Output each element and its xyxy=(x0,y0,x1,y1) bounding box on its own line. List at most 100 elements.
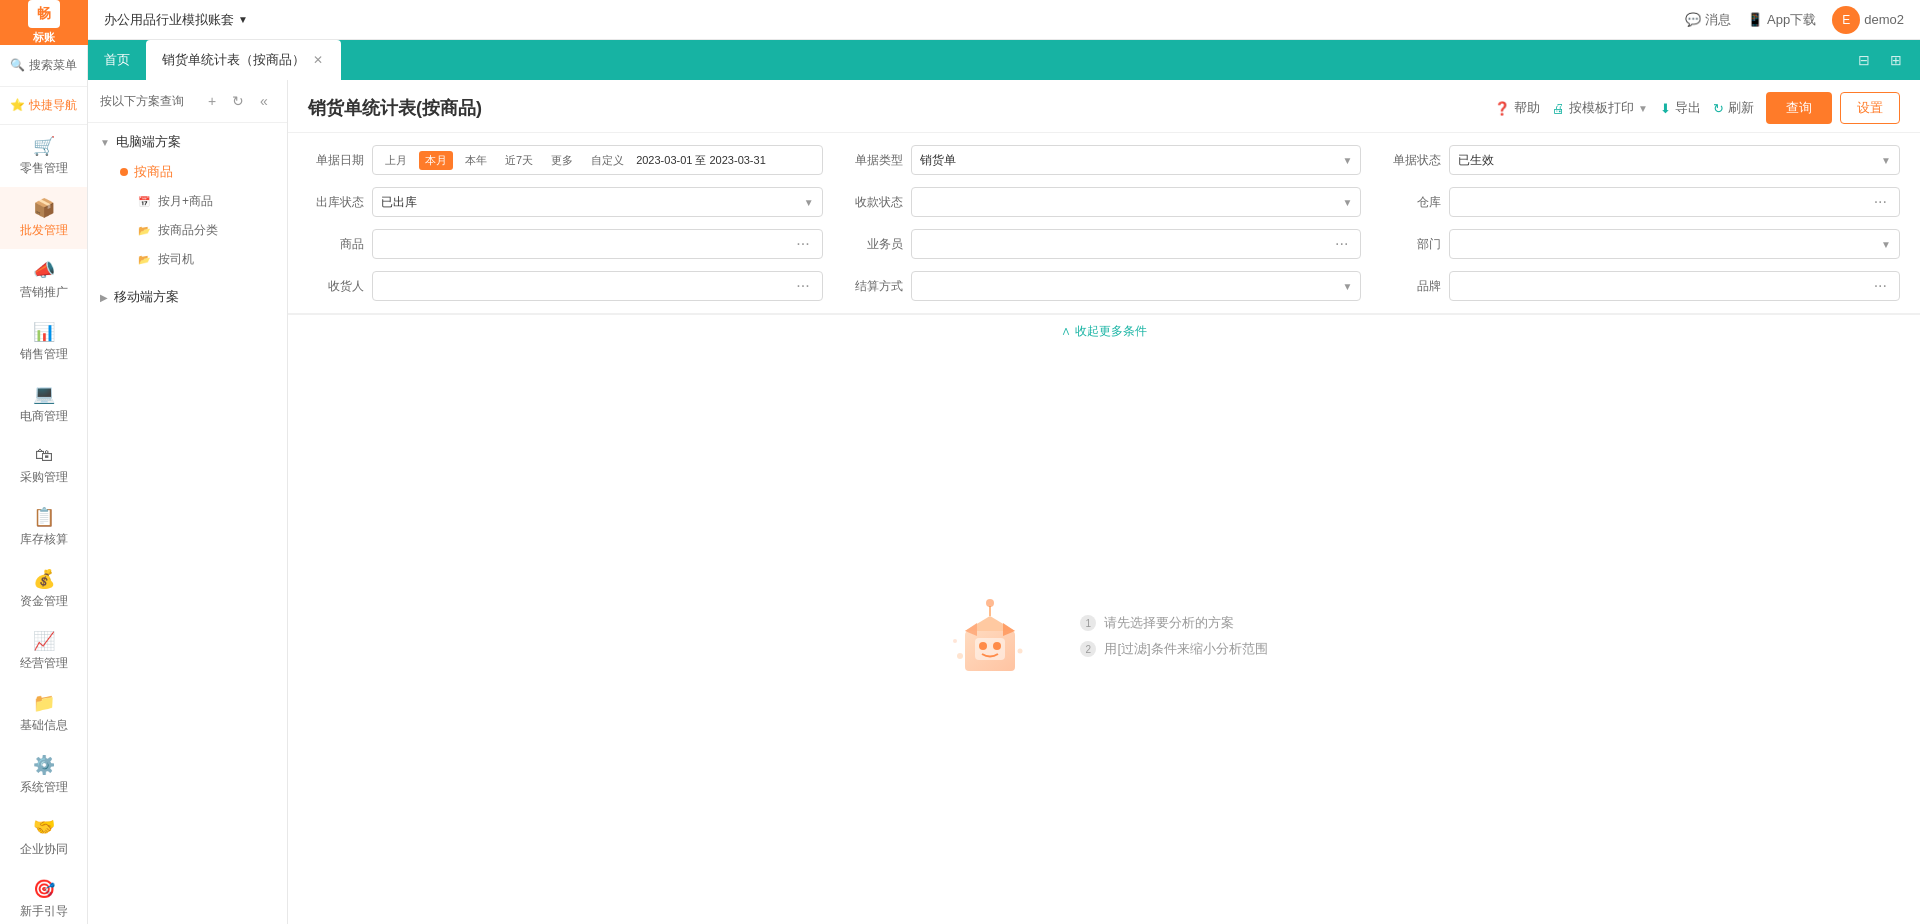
basic-icon: 📁 xyxy=(4,692,83,714)
doc-type-chevron-icon: ▼ xyxy=(1342,155,1352,166)
svg-point-11 xyxy=(1018,649,1023,654)
collect-status-select[interactable]: ▼ xyxy=(911,187,1362,217)
export-btn[interactable]: ⬇ 导出 xyxy=(1660,99,1701,117)
settlement-select[interactable]: ▼ xyxy=(911,271,1362,301)
tree-pc-header[interactable]: 电脑端方案 xyxy=(88,127,287,157)
tab-minimize-btn[interactable]: ⊟ xyxy=(1852,48,1876,72)
operation-icon: 📈 xyxy=(4,630,83,652)
date-btn-last-month[interactable]: 上月 xyxy=(379,151,413,170)
add-scheme-btn[interactable]: + xyxy=(201,90,223,112)
date-filter-input[interactable]: 上月 本月 本年 近7天 更多 自定义 2023-03-01 至 2023-03… xyxy=(372,145,823,175)
filter-out-status: 出库状态 已出库 ▼ xyxy=(308,187,823,217)
sidebar-retail-label: 零售管理 xyxy=(20,161,68,175)
filter-goods: 商品 ··· xyxy=(308,229,823,259)
sidebar-item-purchase[interactable]: 🛍 采购管理 xyxy=(0,435,87,496)
date-btn-this-month[interactable]: 本月 xyxy=(419,151,453,170)
user-name: demo2 xyxy=(1864,12,1904,27)
right-content: 销货单统计表(按商品) ❓ 帮助 🖨 按模板打印 ▼ ⬇ 导出 xyxy=(288,80,1920,924)
doc-status-select[interactable]: 已生效 ▼ xyxy=(1449,145,1900,175)
receiver-dots-icon[interactable]: ··· xyxy=(792,277,813,295)
tab-home[interactable]: 首页 xyxy=(88,40,146,80)
refresh-scheme-btn[interactable]: ↻ xyxy=(227,90,249,112)
tree-item-by-cashier[interactable]: 📂 按司机 xyxy=(88,245,287,274)
tab-close-icon[interactable]: ✕ xyxy=(311,53,325,67)
sidebar-item-finance[interactable]: 💰 资金管理 xyxy=(0,558,87,620)
sidebar-item-quicknav[interactable]: ⭐ 快捷导航 xyxy=(0,87,87,125)
sidebar-item-retail[interactable]: 🛒 零售管理 xyxy=(0,125,87,187)
sidebar-item-inventory[interactable]: 📋 库存核算 xyxy=(0,496,87,558)
sidebar-item-operation[interactable]: 📈 经营管理 xyxy=(0,620,87,682)
sidebar-item-basic[interactable]: 📁 基础信息 xyxy=(0,682,87,744)
sidebar-ecommerce-label: 电商管理 xyxy=(20,409,68,423)
breadcrumb-dropdown[interactable]: 办公用品行业模拟账套 ▼ xyxy=(104,11,248,29)
empty-text: 1 请先选择要分析的方案 2 用[过滤]条件来缩小分析范围 xyxy=(1080,614,1267,658)
receiver-label: 收货人 xyxy=(308,278,364,295)
goods-input[interactable]: ··· xyxy=(372,229,823,259)
tree-item-by-month-goods-label: 按月+商品 xyxy=(158,193,213,210)
help-label: 帮助 xyxy=(1514,99,1540,117)
sidebar-item-search[interactable]: 🔍 搜索菜单 xyxy=(0,45,87,87)
refresh-btn[interactable]: ↻ 刷新 xyxy=(1713,99,1754,117)
left-panel-actions: + ↻ « xyxy=(201,90,275,112)
query-button[interactable]: 查询 xyxy=(1766,92,1832,124)
refresh-icon: ↻ xyxy=(1713,101,1724,116)
setting-button[interactable]: 设置 xyxy=(1840,92,1900,124)
warehouse-dots-icon[interactable]: ··· xyxy=(1870,193,1891,211)
print-icon: 🖨 xyxy=(1552,101,1565,116)
sidebar-item-marketing[interactable]: 📣 营销推广 xyxy=(0,249,87,311)
brand-input[interactable]: ··· xyxy=(1449,271,1900,301)
message-icon: 💬 xyxy=(1685,12,1701,27)
date-btn-more[interactable]: 更多 xyxy=(545,151,579,170)
user-profile[interactable]: E demo2 xyxy=(1832,6,1904,34)
print-btn[interactable]: 🖨 按模板打印 ▼ xyxy=(1552,99,1648,117)
sidebar-item-newbie[interactable]: 🎯 新手引导 xyxy=(0,868,87,924)
svg-point-6 xyxy=(993,642,1001,650)
date-btn-7days[interactable]: 近7天 xyxy=(499,151,539,170)
salesman-input[interactable]: ··· xyxy=(911,229,1362,259)
app-subtitle: 标账 xyxy=(33,30,55,45)
filter-brand: 品牌 ··· xyxy=(1385,271,1900,301)
tree-item-by-goods-category[interactable]: 📂 按商品分类 xyxy=(88,216,287,245)
tab-bar: 首页 销货单统计表（按商品） ✕ ⊟ ⊞ xyxy=(88,40,1920,80)
empty-tip-1-label: 请先选择要分析的方案 xyxy=(1104,614,1234,632)
empty-tip-1: 1 请先选择要分析的方案 xyxy=(1080,614,1267,632)
collapse-bar[interactable]: ∧ 收起更多条件 xyxy=(288,314,1920,348)
main-area: 办公用品行业模拟账套 ▼ 💬 消息 📱 App下载 E demo2 首页 xyxy=(88,0,1920,924)
tree-item-by-goods[interactable]: 按商品 xyxy=(88,157,287,187)
out-status-select[interactable]: 已出库 ▼ xyxy=(372,187,823,217)
tree-item-by-month-goods[interactable]: 📅 按月+商品 xyxy=(88,187,287,216)
date-btn-this-year[interactable]: 本年 xyxy=(459,151,493,170)
sidebar-item-sales[interactable]: 📊 销售管理 xyxy=(0,311,87,373)
export-icon: ⬇ xyxy=(1660,101,1671,116)
inventory-icon: 📋 xyxy=(4,506,83,528)
dept-select[interactable]: ▼ xyxy=(1449,229,1900,259)
brand-dots-icon[interactable]: ··· xyxy=(1870,277,1891,295)
warehouse-input[interactable]: ··· xyxy=(1449,187,1900,217)
message-label: 消息 xyxy=(1705,11,1731,29)
sidebar-item-system[interactable]: ⚙️ 系统管理 xyxy=(0,744,87,806)
doc-type-select[interactable]: 销货单 ▼ xyxy=(911,145,1362,175)
calendar-icon: 📅 xyxy=(136,194,152,210)
tree-mobile-label: 移动端方案 xyxy=(114,288,179,306)
goods-dots-icon[interactable]: ··· xyxy=(792,235,813,253)
salesman-dots-icon[interactable]: ··· xyxy=(1331,235,1352,253)
collapse-panel-btn[interactable]: « xyxy=(253,90,275,112)
sidebar-corp-label: 企业协同 xyxy=(20,842,68,856)
message-btn[interactable]: 💬 消息 xyxy=(1685,11,1731,29)
sidebar-item-wholesale[interactable]: 📦 批发管理 xyxy=(0,187,87,249)
help-btn[interactable]: ❓ 帮助 xyxy=(1494,99,1540,117)
date-range-text: 2023-03-01 至 2023-03-31 xyxy=(636,153,766,168)
receiver-input[interactable]: ··· xyxy=(372,271,823,301)
dept-label: 部门 xyxy=(1385,236,1441,253)
filter-date: 单据日期 上月 本月 本年 近7天 更多 自定义 2023-03-01 至 20… xyxy=(308,145,823,175)
tab-expand-btn[interactable]: ⊞ xyxy=(1884,48,1908,72)
filter-doc-type: 单据类型 销货单 ▼ xyxy=(847,145,1362,175)
tab-report[interactable]: 销货单统计表（按商品） ✕ xyxy=(146,40,341,80)
tree-pc-label: 电脑端方案 xyxy=(116,133,181,151)
page-title-bar: 销货单统计表(按商品) ❓ 帮助 🖨 按模板打印 ▼ ⬇ 导出 xyxy=(288,80,1920,133)
app-download-btn[interactable]: 📱 App下载 xyxy=(1747,11,1816,29)
sidebar-item-corp[interactable]: 🤝 企业协同 xyxy=(0,806,87,868)
sidebar-item-ecommerce[interactable]: 💻 电商管理 xyxy=(0,373,87,435)
tree-mobile-header[interactable]: 移动端方案 xyxy=(88,282,287,312)
date-btn-custom[interactable]: 自定义 xyxy=(585,151,630,170)
